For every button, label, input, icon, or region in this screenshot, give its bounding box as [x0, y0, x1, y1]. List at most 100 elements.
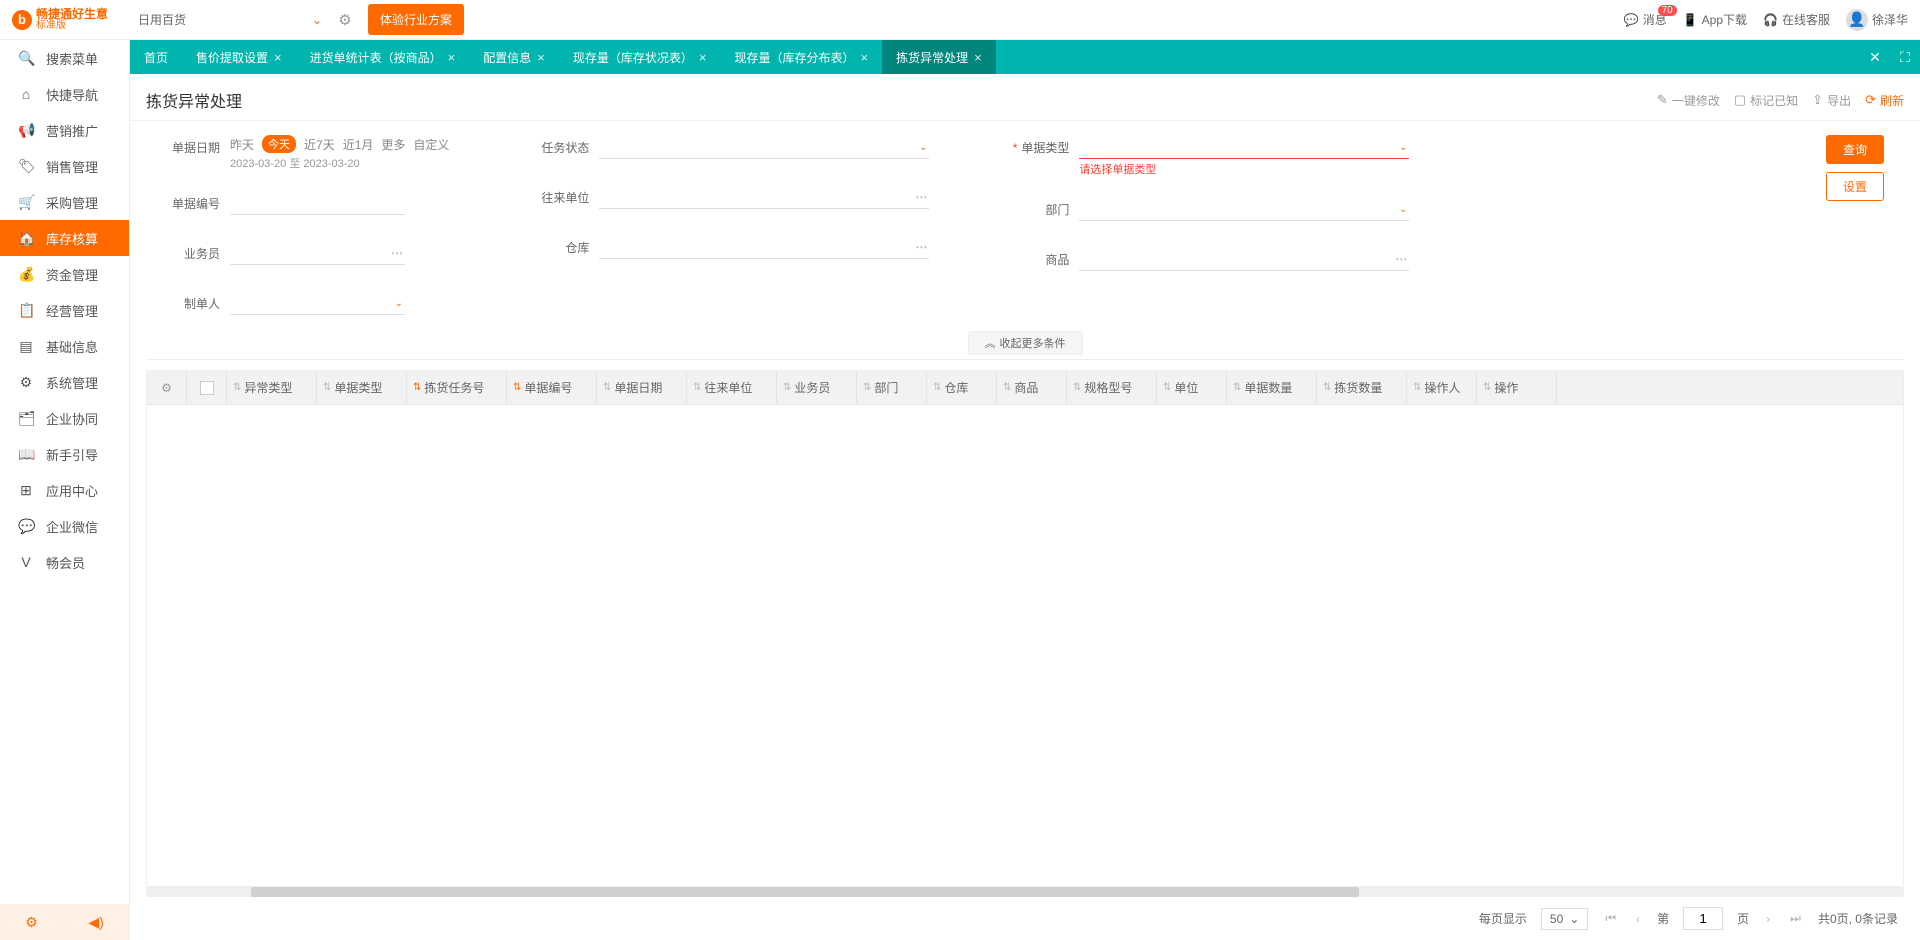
bill-no-input[interactable]: [230, 191, 405, 215]
sidebar-item-销售管理[interactable]: 🏷销售管理: [0, 148, 129, 184]
sidebar-item-经营管理[interactable]: 📋经营管理: [0, 292, 129, 328]
column-业务员[interactable]: ⇅业务员: [777, 371, 857, 404]
sidebar-item-搜索菜单[interactable]: 🔍搜索菜单: [0, 40, 129, 76]
column-规格型号[interactable]: ⇅规格型号: [1067, 371, 1157, 404]
date-option-近7天[interactable]: 近7天: [304, 136, 335, 153]
product-input[interactable]: [1079, 247, 1409, 271]
column-异常类型[interactable]: ⇅异常类型: [227, 371, 317, 404]
more-icon[interactable]: ⋯: [915, 240, 927, 254]
messages-button[interactable]: 💬 消息 70: [1624, 11, 1667, 28]
close-icon[interactable]: ×: [974, 50, 982, 65]
partner-input[interactable]: [599, 185, 929, 209]
settings-button[interactable]: 设置: [1826, 172, 1884, 201]
bill-type-select[interactable]: [1079, 135, 1409, 159]
sort-icon[interactable]: ⇅: [1163, 382, 1171, 393]
date-option-更多[interactable]: 更多: [381, 136, 405, 153]
sort-icon[interactable]: ⇅: [1073, 382, 1081, 393]
horizontal-scrollbar[interactable]: [146, 887, 1904, 897]
sort-icon[interactable]: ⇅: [323, 382, 331, 393]
next-page-button[interactable]: ›: [1763, 912, 1773, 926]
date-option-近1月[interactable]: 近1月: [343, 136, 374, 153]
sidebar-item-企业协同[interactable]: 🗂企业协同: [0, 400, 129, 436]
prev-page-button[interactable]: ‹: [1633, 912, 1643, 926]
sort-icon[interactable]: ⇅: [1483, 382, 1491, 393]
online-service-button[interactable]: 🎧 在线客服: [1763, 11, 1830, 28]
close-icon[interactable]: ×: [699, 50, 707, 65]
sidebar-item-新手引导[interactable]: 📖新手引导: [0, 436, 129, 472]
sidebar-collapse-icon[interactable]: ◀): [88, 914, 103, 931]
task-status-select[interactable]: [599, 135, 929, 159]
sort-icon[interactable]: ⇅: [1003, 382, 1011, 393]
dept-select[interactable]: [1079, 197, 1409, 221]
tabs-close-all-icon[interactable]: ✕: [1860, 49, 1890, 66]
query-button[interactable]: 查询: [1826, 135, 1884, 164]
column-单据数量[interactable]: ⇅单据数量: [1227, 371, 1317, 404]
sidebar-item-快捷导航[interactable]: ⌂快捷导航: [0, 76, 129, 112]
sort-icon[interactable]: ⇅: [1413, 382, 1421, 393]
creator-input[interactable]: [230, 291, 405, 315]
export-button[interactable]: ⇪导出: [1812, 92, 1851, 109]
more-icon[interactable]: ⋯: [1395, 252, 1407, 266]
column-单位[interactable]: ⇅单位: [1157, 371, 1227, 404]
sort-icon[interactable]: ⇅: [603, 382, 611, 393]
first-page-button[interactable]: ⏮: [1602, 911, 1619, 926]
tab-配置信息[interactable]: 配置信息×: [469, 40, 559, 74]
warehouse-input[interactable]: [599, 235, 929, 259]
tab-售价提取设置[interactable]: 售价提取设置×: [182, 40, 296, 74]
sort-icon[interactable]: ⇅: [783, 382, 791, 393]
user-menu[interactable]: 👤 徐泽华: [1846, 9, 1908, 31]
category-select[interactable]: 日用百货 ⌄: [130, 5, 330, 35]
select-all-checkbox[interactable]: [187, 371, 227, 404]
chevron-down-icon[interactable]: ⌄: [395, 298, 403, 309]
sidebar-item-应用中心[interactable]: ⊞应用中心: [0, 472, 129, 508]
chevron-down-icon[interactable]: ⌄: [1399, 204, 1407, 215]
sidebar-item-企业微信[interactable]: 💬企业微信: [0, 508, 129, 544]
column-单据编号[interactable]: ⇅单据编号: [507, 371, 597, 404]
per-page-select[interactable]: 50 ⌄: [1541, 908, 1588, 930]
column-仓库[interactable]: ⇅仓库: [927, 371, 997, 404]
close-icon[interactable]: ×: [448, 50, 456, 65]
sort-icon[interactable]: ⇅: [233, 382, 241, 393]
sort-icon[interactable]: ⇅: [933, 382, 941, 393]
sort-icon[interactable]: ⇅: [1233, 382, 1241, 393]
collapse-filters-button[interactable]: ︽ 收起更多条件: [968, 331, 1083, 355]
tab-现存量（库存状况表）[interactable]: 现存量（库存状况表）×: [559, 40, 721, 74]
column-商品[interactable]: ⇅商品: [997, 371, 1067, 404]
sidebar-settings-icon[interactable]: ⚙: [25, 914, 38, 931]
sort-icon[interactable]: ⇅: [693, 382, 701, 393]
column-操作人[interactable]: ⇅操作人: [1407, 371, 1477, 404]
tab-进货单统计表（按商品）[interactable]: 进货单统计表（按商品）×: [296, 40, 470, 74]
column-单据类型[interactable]: ⇅单据类型: [317, 371, 407, 404]
sidebar-item-库存核算[interactable]: 🏠库存核算: [0, 220, 129, 256]
settings-gear-icon[interactable]: ⚙: [330, 11, 360, 29]
column-操作[interactable]: ⇅操作: [1477, 371, 1557, 404]
sidebar-item-系统管理[interactable]: ⚙系统管理: [0, 364, 129, 400]
close-icon[interactable]: ×: [860, 50, 868, 65]
tab-现存量（库存分布表）[interactable]: 现存量（库存分布表）×: [720, 40, 882, 74]
app-download-button[interactable]: 📱 App下载: [1683, 11, 1747, 28]
date-option-自定义[interactable]: 自定义: [413, 136, 449, 153]
sort-icon[interactable]: ⇅: [513, 382, 521, 393]
column-部门[interactable]: ⇅部门: [857, 371, 927, 404]
sidebar-item-营销推广[interactable]: 📢营销推广: [0, 112, 129, 148]
sidebar-item-资金管理[interactable]: 💰资金管理: [0, 256, 129, 292]
more-icon[interactable]: ⋯: [391, 246, 403, 260]
column-config-button[interactable]: ⚙: [147, 371, 187, 404]
tab-拣货异常处理[interactable]: 拣货异常处理×: [882, 40, 996, 74]
sidebar-item-畅会员[interactable]: V畅会员: [0, 544, 129, 580]
try-solution-button[interactable]: 体验行业方案: [368, 4, 464, 35]
date-option-昨天[interactable]: 昨天: [230, 136, 254, 153]
batch-edit-button[interactable]: ✎一键修改: [1657, 92, 1720, 109]
sidebar-item-采购管理[interactable]: 🛒采购管理: [0, 184, 129, 220]
column-往来单位[interactable]: ⇅往来单位: [687, 371, 777, 404]
operator-input[interactable]: [230, 241, 405, 265]
sort-icon[interactable]: ⇅: [863, 382, 871, 393]
tab-首页[interactable]: 首页: [130, 40, 182, 74]
tabs-fullscreen-icon[interactable]: ⛶: [1890, 49, 1920, 66]
sort-icon[interactable]: ⇅: [413, 382, 421, 393]
column-拣货数量[interactable]: ⇅拣货数量: [1317, 371, 1407, 404]
sidebar-item-基础信息[interactable]: ▤基础信息: [0, 328, 129, 364]
more-icon[interactable]: ⋯: [915, 190, 927, 204]
mark-read-button[interactable]: ▢标记已知: [1734, 92, 1798, 109]
close-icon[interactable]: ×: [537, 50, 545, 65]
